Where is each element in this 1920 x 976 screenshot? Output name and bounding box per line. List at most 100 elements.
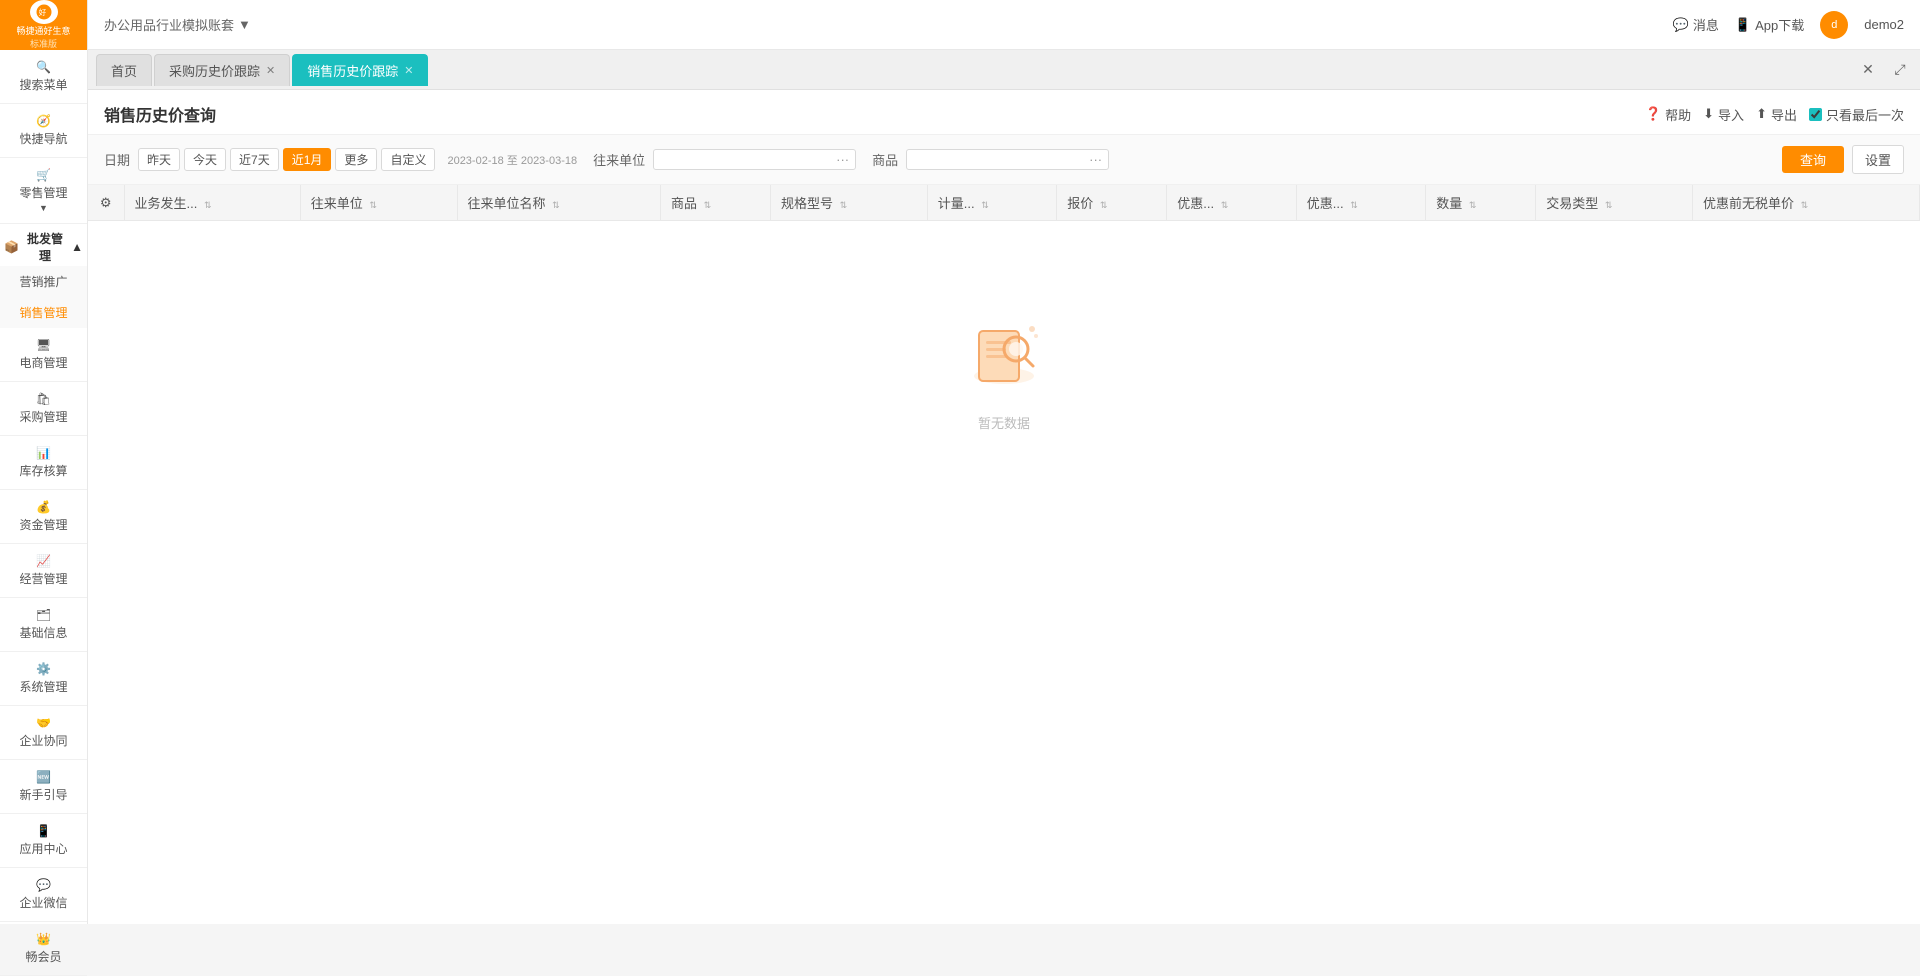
logo-text: 标准版 — [30, 37, 57, 50]
date-btn-last7[interactable]: 近7天 — [230, 148, 279, 171]
search-icon: 🔍 — [36, 60, 51, 74]
sidebar-item-sales-promo[interactable]: 营销推广 — [0, 266, 87, 297]
newuser-icon: 🆕 — [36, 770, 51, 784]
topbar: 办公用品行业模拟账套 ▼ 💬 消息 📱 App下载 d demo2 — [88, 0, 1920, 50]
topbar-dropdown-icon[interactable]: ▼ — [238, 17, 251, 32]
import-btn[interactable]: ⬇ 导入 — [1703, 105, 1744, 124]
col-pretax-price[interactable]: 优惠前无税单价 ⇅ — [1693, 185, 1920, 221]
export-btn[interactable]: ⬆ 导出 — [1756, 105, 1797, 124]
export-label: 导出 — [1771, 105, 1797, 124]
col-qty[interactable]: 数量 ⇅ — [1426, 185, 1536, 221]
empty-state: 暂无数据 — [88, 221, 1920, 512]
goods-ellipsis-btn[interactable]: ··· — [1089, 152, 1102, 167]
date-btn-yesterday[interactable]: 昨天 — [138, 148, 180, 171]
sidebar-item-ecommerce[interactable]: 🖥 电商管理 — [0, 328, 87, 382]
tab-purchase-history[interactable]: 采购历史价跟踪 ✕ — [154, 54, 290, 86]
app-label: App下载 — [1755, 15, 1804, 34]
sidebar-item-member[interactable]: 👑 畅会员 — [0, 922, 87, 976]
tab-sales-history-label: 销售历史价跟踪 — [307, 61, 398, 80]
filter-action-group: 查询 设置 — [1782, 145, 1904, 174]
sidebar-item-newuser[interactable]: 🆕 新手引导 — [0, 760, 87, 814]
page-title: 销售历史价查询 — [104, 102, 216, 126]
help-label: 帮助 — [1665, 105, 1691, 124]
svg-text:好: 好 — [38, 7, 46, 17]
partner-filter-group: 往来单位 ··· — [593, 149, 856, 170]
tab-expand-btn[interactable]: ⤢ — [1888, 58, 1912, 82]
tab-sales-history-close[interactable]: ✕ — [404, 64, 413, 77]
search-button[interactable]: 查询 — [1782, 146, 1844, 173]
logo-subtitle: 畅捷通好生意 — [16, 26, 70, 37]
sidebar-item-basic[interactable]: 🗂 基础信息 — [0, 598, 87, 652]
settings-button[interactable]: 设置 — [1852, 145, 1904, 174]
partner-input-wrap: ··· — [653, 149, 856, 170]
topbar-actions: 💬 消息 📱 App下载 d demo2 — [1673, 11, 1904, 39]
sidebar-item-search[interactable]: 🔍 搜索菜单 — [0, 50, 87, 104]
avatar-text: d — [1831, 19, 1837, 31]
col-unit[interactable]: 计量... ⇅ — [927, 185, 1056, 221]
compass-icon: 🧭 — [36, 114, 51, 128]
topbar-username[interactable]: demo2 — [1864, 17, 1904, 32]
tab-close-all-btn[interactable]: ✕ — [1856, 58, 1880, 82]
sidebar-item-enterprise[interactable]: 🤝 企业协同 — [0, 706, 87, 760]
sidebar-item-corpwechat[interactable]: 💬 企业微信 — [0, 868, 87, 922]
date-filter-label: 日期 — [104, 150, 130, 169]
corpwechat-icon: 💬 — [36, 878, 51, 892]
col-goods[interactable]: 商品 ⇅ — [661, 185, 771, 221]
col-discount1[interactable]: 优惠... ⇅ — [1167, 185, 1296, 221]
ecommerce-icon: 🖥 — [36, 338, 51, 352]
partner-input[interactable] — [660, 152, 836, 167]
sidebar-item-appcenter[interactable]: 📱 应用中心 — [0, 814, 87, 868]
date-btn-more[interactable]: 更多 — [335, 148, 377, 171]
sidebar-item-purchase[interactable]: 🛍 采购管理 — [0, 382, 87, 436]
topbar-title: 办公用品行业模拟账套 ▼ — [104, 15, 251, 34]
logo-icon: 好 — [30, 0, 58, 24]
msg-icon: 💬 — [1673, 17, 1689, 33]
date-btn-today[interactable]: 今天 — [184, 148, 226, 171]
sidebar-item-retail[interactable]: 🛒 零售管理 ▼ — [0, 158, 87, 224]
sidebar-item-operations[interactable]: 📈 经营管理 — [0, 544, 87, 598]
tab-home-label: 首页 — [111, 61, 137, 80]
app-logo[interactable]: 好 畅捷通好生意 标准版 — [0, 0, 87, 50]
col-quote[interactable]: 报价 ⇅ — [1057, 185, 1167, 221]
date-btn-custom[interactable]: 自定义 — [381, 148, 435, 171]
col-settings[interactable]: ⚙ — [88, 185, 124, 221]
filter-bar: 日期 昨天 今天 近7天 近1月 更多 自定义 2023-02-18 至 202… — [88, 135, 1920, 185]
sidebar-item-finance[interactable]: 💰 资金管理 — [0, 490, 87, 544]
tab-purchase-history-close[interactable]: ✕ — [266, 64, 275, 77]
sidebar-item-inventory[interactable]: 📊 库存核算 — [0, 436, 87, 490]
tab-sales-history[interactable]: 销售历史价跟踪 ✕ — [292, 54, 428, 86]
tabs-controls: ✕ ⤢ — [1856, 58, 1912, 82]
partner-ellipsis-btn[interactable]: ··· — [836, 152, 849, 167]
help-btn[interactable]: ❓ 帮助 — [1645, 105, 1691, 124]
col-spec[interactable]: 规格型号 ⇅ — [771, 185, 928, 221]
sidebar-item-system[interactable]: ⚙️ 系统管理 — [0, 652, 87, 706]
msg-label: 消息 — [1693, 15, 1719, 34]
sidebar-item-wholesale[interactable]: 📦 批发管理 ▲ — [0, 224, 87, 266]
show-last-label[interactable]: 只看最后一次 — [1809, 105, 1904, 124]
col-biz-date[interactable]: 业务发生... ⇅ — [124, 185, 300, 221]
purchase-icon: 🛍 — [36, 392, 51, 406]
col-discount2[interactable]: 优惠... ⇅ — [1296, 185, 1425, 221]
page-header: 销售历史价查询 ❓ 帮助 ⬇ 导入 ⬆ 导出 只看最后一次 — [88, 90, 1920, 135]
topbar-title-text: 办公用品行业模拟账套 — [104, 15, 234, 34]
topbar-msg-btn[interactable]: 💬 消息 — [1673, 15, 1719, 34]
show-last-checkbox[interactable] — [1809, 108, 1822, 121]
goods-input-wrap: ··· — [906, 149, 1109, 170]
sidebar-item-sales-mgmt[interactable]: 销售管理 — [0, 297, 87, 328]
date-filter-group: 日期 昨天 今天 近7天 近1月 更多 自定义 2023-02-18 至 202… — [104, 148, 577, 171]
topbar-avatar[interactable]: d — [1820, 11, 1848, 39]
wholesale-expand-icon: ▲ — [71, 240, 83, 254]
sidebar: 好 畅捷通好生意 标准版 🔍 搜索菜单 🧭 快捷导航 🛒 零售管理 ▼ 📦 批发… — [0, 0, 88, 924]
goods-input[interactable] — [913, 152, 1089, 167]
col-partner[interactable]: 往来单位 ⇅ — [300, 185, 457, 221]
empty-icon — [954, 301, 1054, 401]
date-btn-last1m[interactable]: 近1月 — [283, 148, 332, 171]
basic-icon: 🗂 — [36, 608, 51, 622]
enterprise-icon: 🤝 — [36, 716, 51, 730]
tab-home[interactable]: 首页 — [96, 54, 152, 86]
goods-filter-group: 商品 ··· — [872, 149, 1109, 170]
topbar-app-btn[interactable]: 📱 App下载 — [1735, 15, 1804, 34]
col-partner-name[interactable]: 往来单位名称 ⇅ — [457, 185, 661, 221]
col-trade-type[interactable]: 交易类型 ⇅ — [1536, 185, 1693, 221]
sidebar-item-quicknav[interactable]: 🧭 快捷导航 — [0, 104, 87, 158]
